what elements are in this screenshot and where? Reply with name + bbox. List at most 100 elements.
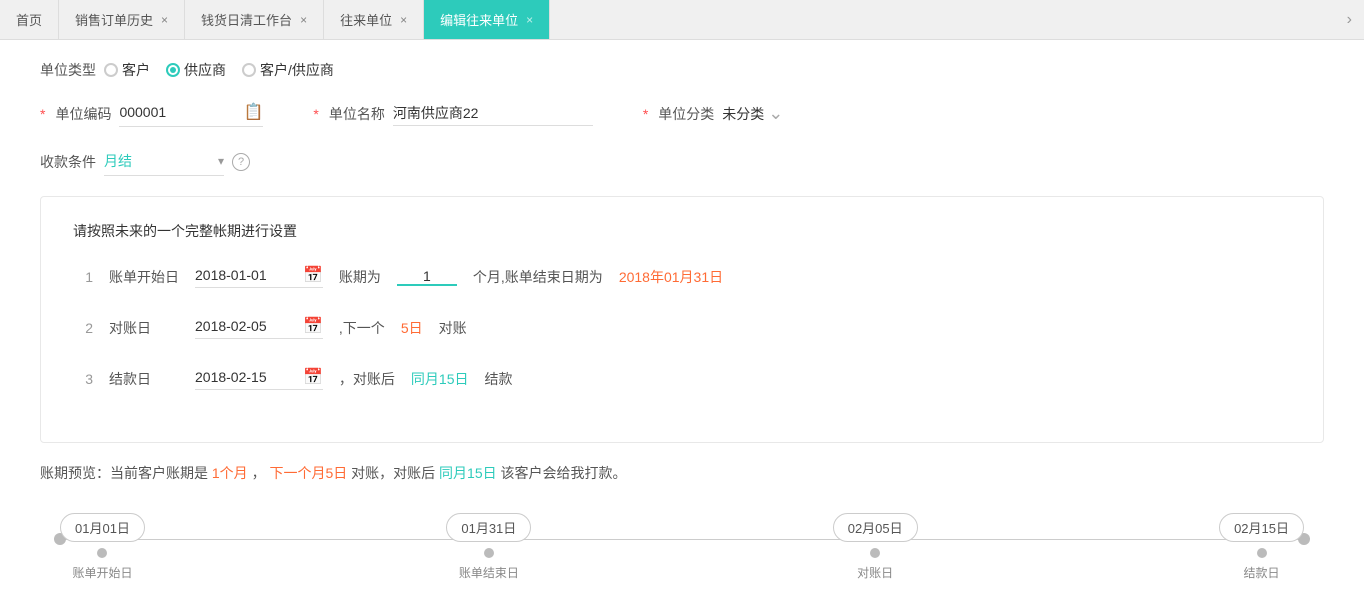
payment-label: 收款条件	[40, 152, 96, 172]
unit-type-label: 单位类型	[40, 60, 96, 80]
row-3-calendar-icon[interactable]: 📅	[303, 367, 323, 387]
tab-cash-work-label: 钱货日清工作台	[201, 10, 292, 29]
row-3-date-group: 📅	[195, 367, 323, 390]
category-value: 未分类	[722, 104, 764, 124]
tab-edit-partner[interactable]: 编辑往来单位 ×	[424, 0, 550, 39]
row-1-suffix: 账期为	[339, 267, 381, 287]
timeline-points: 01月01日 账单开始日 01月31日 账单结束日 02月05日 对账日 02月…	[60, 513, 1304, 581]
tab-edit-partner-close[interactable]: ×	[526, 13, 533, 27]
row-2-calendar-icon[interactable]: 📅	[303, 316, 323, 336]
timeline-label-1: 账单开始日	[72, 564, 132, 581]
timeline-badge-1: 01月01日	[60, 513, 145, 542]
tab-home[interactable]: 首页	[0, 0, 59, 39]
period-input[interactable]	[397, 268, 457, 286]
name-input[interactable]	[393, 101, 593, 126]
row-3-highlight: 同月15日	[411, 369, 469, 389]
code-label: 单位编码	[55, 104, 111, 124]
row-3-label: 结款日	[109, 369, 179, 389]
radio-customer[interactable]: 客户	[104, 60, 150, 80]
tab-home-label: 首页	[16, 10, 42, 29]
timeline-dot-3	[870, 548, 880, 558]
tab-cash-work[interactable]: 钱货日清工作台 ×	[185, 0, 324, 39]
preview-suffix: 该客户会给我打款。	[501, 465, 627, 481]
timeline-dot-1	[97, 548, 107, 558]
preview-part3: 同月15日	[439, 465, 497, 481]
tab-expand-btn[interactable]: ›	[1335, 11, 1364, 29]
row-1-calendar-icon[interactable]: 📅	[303, 265, 323, 285]
row-3-suffix: 结款	[485, 369, 513, 389]
row-2-label: 对账日	[109, 318, 179, 338]
row-1-date-input[interactable]	[195, 267, 295, 283]
row-1-num: 1	[73, 269, 93, 285]
tab-partner-close[interactable]: ×	[400, 13, 407, 27]
tab-partner-label: 往来单位	[340, 10, 392, 29]
row-3-prefix: ，对账后	[339, 369, 395, 389]
name-required: *	[313, 106, 318, 122]
row-1-label: 账单开始日	[109, 267, 179, 287]
main-content: 单位类型 客户 供应商 客户/供应商 * 单位编码	[0, 40, 1364, 608]
code-calendar-icon[interactable]: 📋	[243, 102, 263, 122]
timeline-badge-4: 02月15日	[1219, 513, 1304, 542]
timeline-point-3: 02月05日 对账日	[833, 513, 918, 581]
row-2-num: 2	[73, 320, 93, 336]
tab-bar: 首页 销售订单历史 × 钱货日清工作台 × 往来单位 × 编辑往来单位 × ›	[0, 0, 1364, 40]
payment-group: 收款条件 月结 ▾ ?	[40, 147, 250, 176]
preview-part1: 1个月	[212, 465, 248, 481]
category-group: * 单位分类 未分类 ⌄	[643, 103, 784, 124]
payment-help-icon[interactable]: ?	[232, 153, 250, 171]
radio-supplier-circle	[166, 63, 180, 77]
timeline-label-4: 结款日	[1244, 564, 1280, 581]
radio-supplier[interactable]: 供应商	[166, 60, 226, 80]
preview-part2: 下一个月5日	[269, 465, 347, 481]
category-label: 单位分类	[658, 104, 714, 124]
timeline-dot-2	[484, 548, 494, 558]
settings-row-2: 2 对账日 📅 ,下一个 5日 对账	[73, 316, 1291, 339]
row-2-highlight: 5日	[401, 318, 423, 338]
preview-prefix: 账期预览：当前客户账期是	[40, 465, 208, 481]
radio-both-circle	[242, 63, 256, 77]
row-2-date-input[interactable]	[195, 318, 295, 334]
tab-edit-partner-label: 编辑往来单位	[440, 10, 518, 29]
radio-both-label: 客户/供应商	[260, 60, 334, 80]
preview-middle2: 对账，对账后	[351, 465, 435, 481]
timeline-dot-4	[1257, 548, 1267, 558]
row-2-suffix: 对账	[439, 318, 467, 338]
category-select[interactable]: 未分类 ⌄	[722, 103, 783, 124]
row-3-date-input[interactable]	[195, 369, 295, 385]
timeline-badge-3: 02月05日	[833, 513, 918, 542]
name-group: * 单位名称	[313, 101, 592, 126]
code-input[interactable]	[119, 100, 239, 124]
timeline-badge-2: 01月31日	[446, 513, 531, 542]
row-2-date-group: 📅	[195, 316, 323, 339]
unit-type-group: 单位类型 客户 供应商 客户/供应商	[40, 60, 334, 80]
radio-customer-circle	[104, 63, 118, 77]
category-dropdown-icon: ⌄	[768, 103, 783, 124]
preview-middle1: ，	[252, 465, 266, 481]
tab-cash-work-close[interactable]: ×	[300, 13, 307, 27]
radio-customer-label: 客户	[122, 60, 150, 80]
row-1-suffix2: 个月,账单结束日期为	[473, 267, 603, 287]
settings-title: 请按照未来的一个完整帐期进行设置	[73, 221, 1291, 241]
timeline-label-3: 对账日	[857, 564, 893, 581]
preview-section: 账期预览：当前客户账期是 1个月 ， 下一个月5日 对账，对账后 同月15日 该…	[40, 463, 1324, 483]
timeline-wrapper: 01月01日 账单开始日 01月31日 账单结束日 02月05日 对账日 02月…	[40, 513, 1324, 581]
radio-group: 客户 供应商 客户/供应商	[104, 60, 334, 80]
settings-row-3: 3 结款日 📅 ，对账后 同月15日 结款	[73, 367, 1291, 390]
tab-sales-history[interactable]: 销售订单历史 ×	[59, 0, 185, 39]
unit-type-row: 单位类型 客户 供应商 客户/供应商	[40, 60, 1324, 80]
row-3-num: 3	[73, 371, 93, 387]
row-1-end-date: 2018年01月31日	[619, 267, 723, 287]
timeline-label-2: 账单结束日	[459, 564, 519, 581]
tab-partner[interactable]: 往来单位 ×	[324, 0, 424, 39]
radio-supplier-label: 供应商	[184, 60, 226, 80]
code-field-wrapper: 📋	[119, 100, 263, 127]
code-name-category-row: * 单位编码 📋 * 单位名称 * 单位分类 未分类 ⌄	[40, 100, 1324, 127]
tab-sales-history-label: 销售订单历史	[75, 10, 153, 29]
payment-dropdown-icon: ▾	[218, 154, 224, 168]
tab-sales-history-close[interactable]: ×	[161, 13, 168, 27]
code-group: * 单位编码 📋	[40, 100, 263, 127]
row-2-prefix: ,下一个	[339, 318, 385, 338]
settings-row-1: 1 账单开始日 📅 账期为 个月,账单结束日期为 2018年01月31日	[73, 265, 1291, 288]
payment-select[interactable]: 月结 ▾	[104, 147, 224, 176]
radio-both[interactable]: 客户/供应商	[242, 60, 334, 80]
